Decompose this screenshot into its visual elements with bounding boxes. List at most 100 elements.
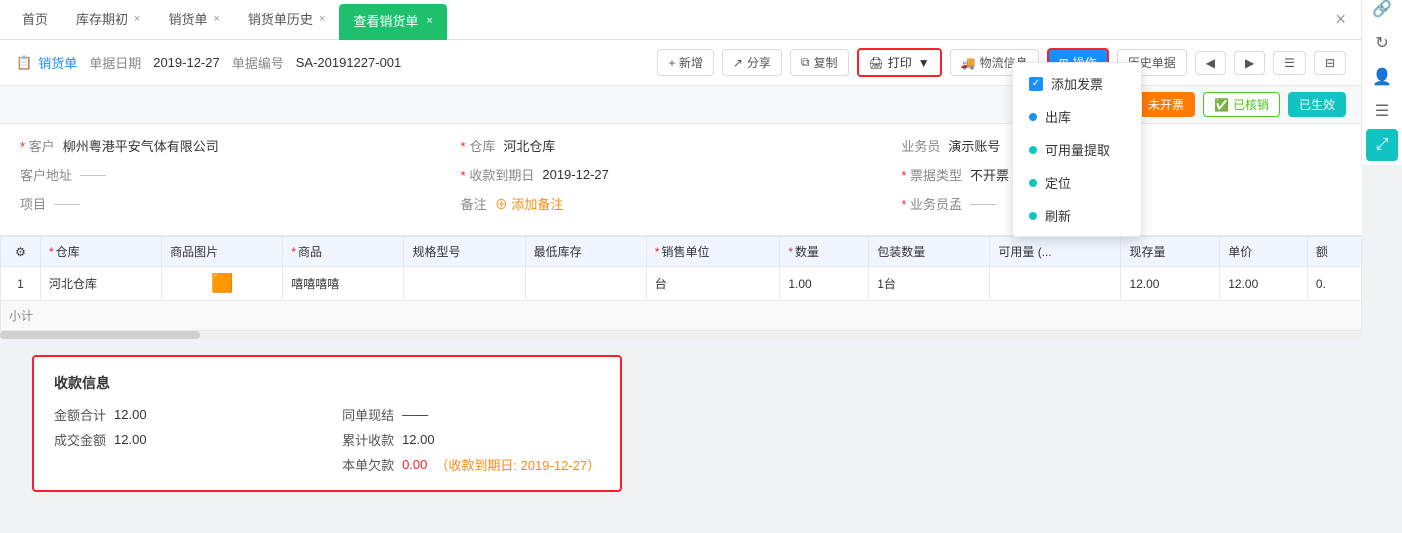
tab-close-sales-history[interactable]: × bbox=[319, 13, 325, 25]
doc-type-label: 📋 销货单 bbox=[16, 53, 77, 72]
payment-cumulative-value: 12.00 bbox=[402, 432, 435, 447]
dropdown-outbound[interactable]: 出库 bbox=[1013, 100, 1141, 133]
share-button[interactable]: ↗ 分享 bbox=[722, 49, 782, 76]
doc-number-label: 单据编号 bbox=[232, 53, 284, 72]
payment-wrapper: 收款信息 金额合计 12.00 同单现结 —— 成交金额 12.00 bbox=[0, 339, 1362, 508]
payment-settlement-label: 同单现结 bbox=[342, 405, 394, 424]
sidebar-user-icon[interactable]: 👤 bbox=[1366, 61, 1398, 93]
payment-settlement-row: 同单现结 —— bbox=[342, 405, 600, 424]
tab-inventory[interactable]: 库存期初 × bbox=[62, 0, 154, 40]
col-available: 可用量 (... bbox=[990, 237, 1121, 267]
scroll-bar-area[interactable] bbox=[0, 331, 1362, 339]
payment-title: 收款信息 bbox=[54, 373, 600, 393]
list-view-icon: ☰ bbox=[1284, 56, 1295, 70]
address-value: —— bbox=[80, 167, 106, 182]
second-toolbar: 📱 来自手机 🔶 未开票 ✅ 已核销 已生效 bbox=[0, 86, 1362, 124]
right-sidebar: ✏ 🔗 ↻ 👤 ☰ ⤢ bbox=[1361, 0, 1402, 165]
tab-close-sales[interactable]: × bbox=[213, 13, 219, 25]
payment-total-label: 金额合计 bbox=[54, 405, 106, 424]
cell-current-stock: 12.00 bbox=[1121, 267, 1220, 301]
product-image-icon: 🟧 bbox=[211, 273, 233, 293]
tab-close-view-sales[interactable]: × bbox=[426, 15, 432, 27]
doc-number-value: SA-20191227-001 bbox=[296, 55, 402, 70]
customer-value: 柳州粤港平安气体有限公司 bbox=[63, 136, 219, 155]
ticket-type-label: 票据类型 bbox=[901, 165, 970, 184]
cell-min-stock bbox=[525, 267, 646, 301]
form-row-2: 客户地址 —— 收款到期日 2019-12-27 票据类型 不开票 bbox=[20, 165, 1342, 184]
dropdown-locate[interactable]: 定位 bbox=[1013, 166, 1141, 199]
add-invoice-label: 添加发票 bbox=[1051, 74, 1103, 93]
col-amount: 额 bbox=[1307, 237, 1361, 267]
refresh-dot-icon bbox=[1029, 212, 1037, 220]
table: ⚙ *仓库 商品图片 *商品 规格型号 最低库存 *销售单位 *数量 包装数量 … bbox=[0, 236, 1362, 331]
add-note-button[interactable]: ⊕ 添加备注 bbox=[495, 194, 564, 213]
salesman-value: —— bbox=[970, 196, 996, 211]
customer-label: 客户 bbox=[20, 136, 63, 155]
copy-icon: ⧉ bbox=[801, 55, 810, 70]
col-current-stock: 现存量 bbox=[1121, 237, 1220, 267]
tab-sales[interactable]: 销货单 × bbox=[154, 0, 233, 40]
sidebar-expand-icon[interactable]: ⤢ bbox=[1366, 129, 1398, 161]
project-label: 项目 bbox=[20, 194, 54, 213]
col-product: *商品 bbox=[283, 237, 404, 267]
tab-close-inventory[interactable]: × bbox=[134, 13, 140, 25]
tab-sales-history[interactable]: 销货单历史 × bbox=[234, 0, 339, 40]
print-dropdown-arrow: ▼ bbox=[918, 56, 930, 70]
payment-cumulative-row: 累计收款 12.00 bbox=[342, 430, 600, 449]
form-row-3: 项目 —— 备注 ⊕ 添加备注 业务员孟 —— bbox=[20, 194, 1342, 213]
payment-grid: 金额合计 12.00 同单现结 —— 成交金额 12.00 累计收款 12.00 bbox=[54, 405, 600, 474]
note-label: 备注 bbox=[461, 194, 495, 213]
sold-button[interactable]: 已生效 bbox=[1288, 92, 1346, 117]
form-area: 客户 柳州粤港平安气体有限公司 仓库 河北仓库 业务员 演示账号 客户地址 —— bbox=[0, 124, 1362, 236]
payment-balance-value: 0.00 bbox=[402, 457, 427, 472]
form-row-1: 客户 柳州粤港平安气体有限公司 仓库 河北仓库 业务员 演示账号 bbox=[20, 136, 1342, 155]
tab-view-sales[interactable]: 查看销货单 × bbox=[339, 4, 446, 40]
share-icon: ↗ bbox=[733, 56, 743, 70]
col-settings[interactable]: ⚙ bbox=[1, 237, 41, 267]
col-quantity: *数量 bbox=[780, 237, 869, 267]
cell-spec bbox=[404, 267, 525, 301]
table-row: 1 河北仓库 🟧 嘻嘻嘻嘻 台 1.00 1台 12.00 12.00 bbox=[1, 267, 1362, 301]
grid-view-button[interactable]: ⊟ bbox=[1314, 51, 1346, 75]
list-view-button[interactable]: ☰ bbox=[1273, 51, 1306, 75]
project-field: 项目 —— bbox=[20, 194, 461, 213]
payment-transaction-value: 12.00 bbox=[114, 432, 147, 447]
payment-total-row: 金额合计 12.00 bbox=[54, 405, 312, 424]
dropdown-add-invoice[interactable]: 添加发票 bbox=[1013, 67, 1141, 100]
subtotal-row: 小计 bbox=[1, 301, 1362, 331]
print-button[interactable]: 🖨 打印 ▼ bbox=[857, 48, 942, 77]
next-button[interactable]: ▶ bbox=[1234, 51, 1265, 75]
settings-icon: ⚙ bbox=[15, 245, 26, 259]
dropdown-available-extract[interactable]: 可用量提取 bbox=[1013, 133, 1141, 166]
new-button[interactable]: + 新增 bbox=[657, 49, 713, 76]
ticket-type-value: 不开票 bbox=[970, 165, 1009, 184]
outbound-dot-icon bbox=[1029, 113, 1037, 121]
tab-bar: 首页 库存期初 × 销货单 × 销货单历史 × 查看销货单 × × bbox=[0, 0, 1362, 40]
prev-icon: ◀ bbox=[1206, 56, 1215, 70]
refresh-label: 刷新 bbox=[1045, 206, 1071, 225]
operations-dropdown: 添加发票 出库 可用量提取 定位 刷新 bbox=[1012, 62, 1142, 237]
sidebar-refresh-icon[interactable]: ↻ bbox=[1366, 27, 1398, 59]
next-icon: ▶ bbox=[1245, 56, 1254, 70]
grid-view-icon: ⊟ bbox=[1325, 56, 1335, 70]
sidebar-list-icon[interactable]: ☰ bbox=[1366, 95, 1398, 127]
doc-date-label: 单据日期 bbox=[89, 53, 141, 72]
window-close-button[interactable]: × bbox=[1327, 9, 1354, 30]
payment-balance-row: 本单欠款 0.00 （收款到期日: 2019-12-27） bbox=[342, 455, 600, 474]
check-button[interactable]: ✅ 已核销 bbox=[1203, 92, 1280, 117]
doc-actions: + 新增 ↗ 分享 ⧉ 复制 🖨 打印 ▼ 🚚 物流信息 bbox=[657, 48, 1346, 77]
data-table: ⚙ *仓库 商品图片 *商品 规格型号 最低库存 *销售单位 *数量 包装数量 … bbox=[0, 236, 1362, 339]
customer-field: 客户 柳州粤港平安气体有限公司 bbox=[20, 136, 461, 155]
tab-home[interactable]: 首页 bbox=[8, 0, 62, 40]
scroll-thumb[interactable] bbox=[0, 331, 200, 339]
logistics-icon: 🚚 bbox=[961, 56, 976, 70]
dropdown-refresh[interactable]: 刷新 bbox=[1013, 199, 1141, 232]
sidebar-link-icon[interactable]: 🔗 bbox=[1366, 0, 1398, 25]
col-spec: 规格型号 bbox=[404, 237, 525, 267]
copy-button[interactable]: ⧉ 复制 bbox=[790, 49, 849, 76]
prev-button[interactable]: ◀ bbox=[1195, 51, 1226, 75]
cell-product: 嘻嘻嘻嘻 bbox=[283, 267, 404, 301]
payment-balance-note: （收款到期日: 2019-12-27） bbox=[435, 455, 600, 474]
payment-settlement-value: —— bbox=[402, 407, 428, 422]
due-date-label: 收款到期日 bbox=[461, 165, 543, 184]
